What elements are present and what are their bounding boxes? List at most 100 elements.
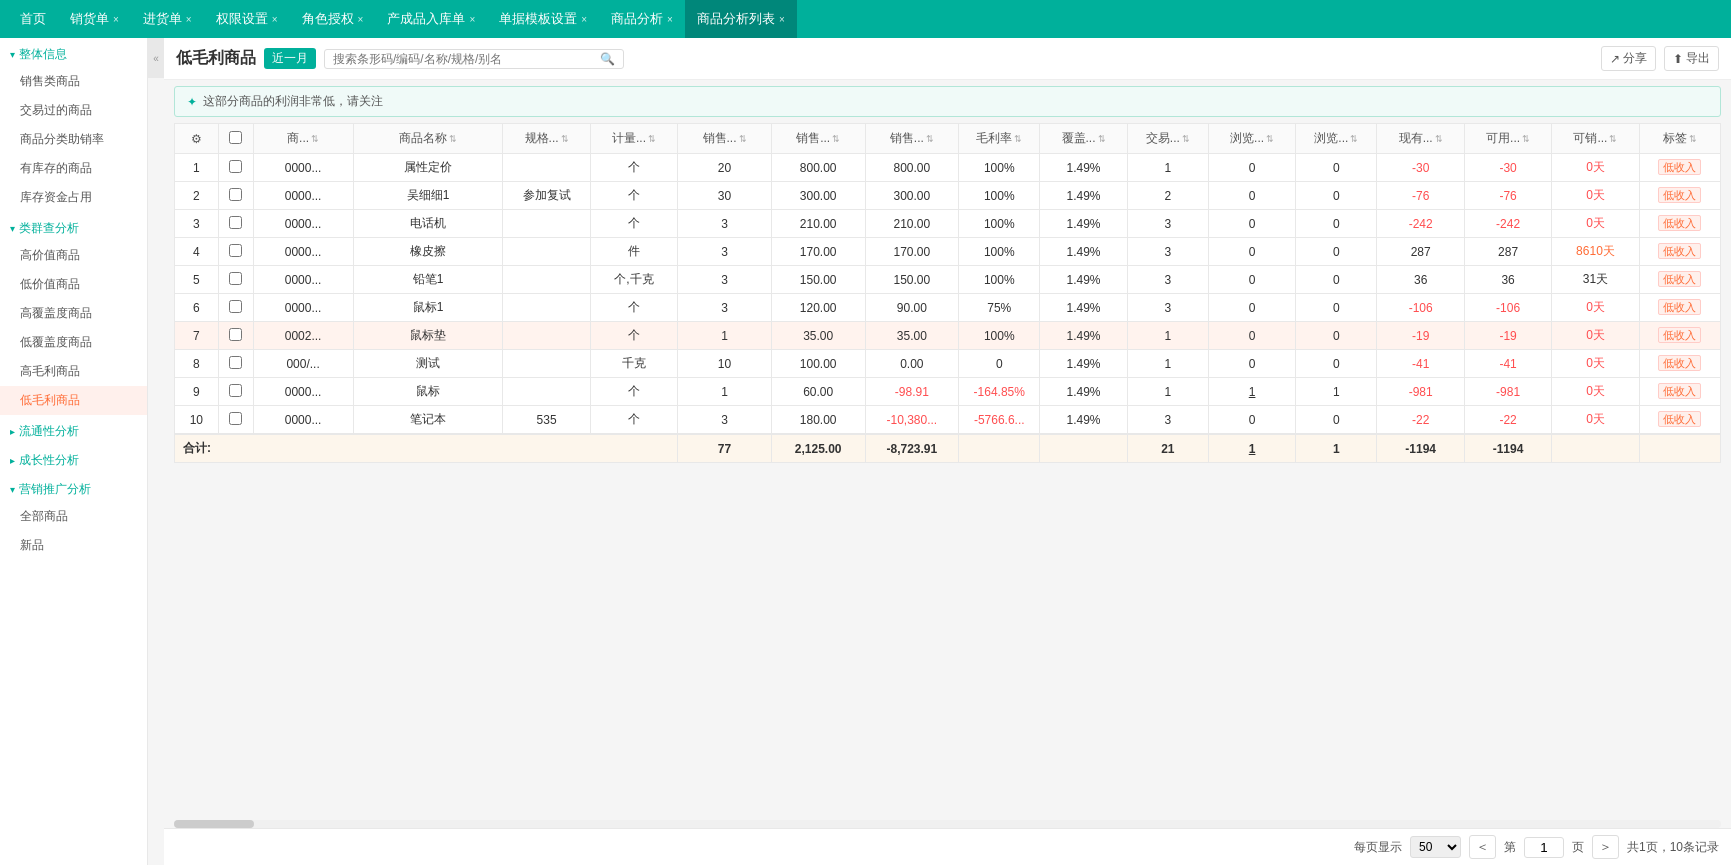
page-number-input[interactable]	[1524, 837, 1564, 858]
cell-label: 低收入	[1639, 154, 1720, 182]
th-avail[interactable]: 可用...⇅	[1464, 124, 1551, 154]
share-button[interactable]: ↗ 分享	[1601, 46, 1656, 71]
low-income-tag: 低收入	[1658, 243, 1701, 259]
cell-unit: 件	[590, 238, 677, 266]
cell-sales-profit: 90.00	[865, 294, 959, 322]
cell-label: 低收入	[1639, 322, 1720, 350]
sidebar-item-all-goods[interactable]: 全部商品	[0, 502, 147, 531]
notice-bar: ✦ 这部分商品的利润非常低，请关注	[174, 86, 1721, 117]
sidebar-item-capital[interactable]: 库存资金占用	[0, 183, 147, 212]
goods-table: ⚙ 商...⇅ 商品名称⇅ 规格...⇅ 计量...⇅ 销售...⇅ 销售...…	[174, 123, 1721, 463]
nav-sales[interactable]: 销货单 ×	[58, 0, 131, 38]
th-name[interactable]: 商品名称⇅	[353, 124, 503, 154]
row-checkbox[interactable]	[229, 160, 242, 173]
th-sales-qty[interactable]: 销售...⇅	[678, 124, 772, 154]
total-gross-rate	[959, 434, 1040, 463]
cell-num: 4	[175, 238, 219, 266]
th-gross-rate[interactable]: 毛利率⇅	[959, 124, 1040, 154]
time-badge[interactable]: 近一月	[264, 48, 316, 69]
th-spec[interactable]: 规格...⇅	[503, 124, 590, 154]
low-income-tag: 低收入	[1658, 299, 1701, 315]
th-coverage[interactable]: 覆盖...⇅	[1040, 124, 1127, 154]
cell-num: 6	[175, 294, 219, 322]
close-icon[interactable]: ×	[186, 14, 192, 25]
cell-trade: 3	[1127, 238, 1208, 266]
close-icon[interactable]: ×	[667, 14, 673, 25]
sidebar-group-cluster[interactable]: ▾ 类群查分析	[0, 212, 147, 241]
cell-trade: 2	[1127, 182, 1208, 210]
sidebar-item-new-goods[interactable]: 新品	[0, 531, 147, 560]
cell-sales-profit: 170.00	[865, 238, 959, 266]
cell-gross-rate: 0	[959, 350, 1040, 378]
row-checkbox[interactable]	[229, 328, 242, 341]
close-icon[interactable]: ×	[272, 14, 278, 25]
scrollbar-thumb[interactable]	[174, 820, 254, 828]
cell-sales-price: 120.00	[771, 294, 865, 322]
th-label[interactable]: 标签⇅	[1639, 124, 1720, 154]
cell-sellable: 0天	[1552, 154, 1639, 182]
sidebar-item-high-value[interactable]: 高价值商品	[0, 241, 147, 270]
nav-goods-analysis[interactable]: 商品分析 ×	[599, 0, 685, 38]
row-checkbox[interactable]	[229, 384, 242, 397]
sidebar-item-high-margin[interactable]: 高毛利商品	[0, 357, 147, 386]
th-sales-profit[interactable]: 销售...⇅	[865, 124, 959, 154]
nav-home[interactable]: 首页	[8, 0, 58, 38]
th-sellable[interactable]: 可销...⇅	[1552, 124, 1639, 154]
sidebar-item-low-margin[interactable]: 低毛利商品	[0, 386, 147, 415]
th-stock[interactable]: 现有...⇅	[1377, 124, 1464, 154]
th-view2[interactable]: 浏览...⇅	[1296, 124, 1377, 154]
close-icon[interactable]: ×	[469, 14, 475, 25]
horizontal-scrollbar[interactable]	[174, 820, 1721, 828]
row-checkbox[interactable]	[229, 216, 242, 229]
cell-coverage: 1.49%	[1040, 266, 1127, 294]
nav-permissions[interactable]: 权限设置 ×	[204, 0, 290, 38]
sidebar-item-low-coverage[interactable]: 低覆盖度商品	[0, 328, 147, 357]
nav-products[interactable]: 产成品入库单 ×	[375, 0, 487, 38]
table-row: 9 0000... 鼠标 个 1 60.00 -98.91 -164.85% 1…	[175, 378, 1721, 406]
sidebar-item-category-rate[interactable]: 商品分类助销率	[0, 125, 147, 154]
nav-templates[interactable]: 单据模板设置 ×	[487, 0, 599, 38]
sidebar-collapse-button[interactable]: «	[148, 38, 164, 78]
sidebar-group-growth[interactable]: ▸ 成长性分析	[0, 444, 147, 473]
cell-avail: -242	[1464, 210, 1551, 238]
sidebar-item-high-coverage[interactable]: 高覆盖度商品	[0, 299, 147, 328]
row-checkbox[interactable]	[229, 272, 242, 285]
chevron-right-icon: ▸	[10, 455, 15, 466]
sidebar-item-sales-goods[interactable]: 销售类商品	[0, 67, 147, 96]
page-label: 第	[1504, 839, 1516, 856]
th-code[interactable]: 商...⇅	[253, 124, 353, 154]
cell-avail: -76	[1464, 182, 1551, 210]
close-icon[interactable]: ×	[358, 14, 364, 25]
close-icon[interactable]: ×	[113, 14, 119, 25]
settings-icon[interactable]: ⚙	[191, 132, 202, 146]
th-trade[interactable]: 交易...⇅	[1127, 124, 1208, 154]
row-checkbox[interactable]	[229, 300, 242, 313]
row-checkbox[interactable]	[229, 244, 242, 257]
close-icon[interactable]: ×	[581, 14, 587, 25]
export-button[interactable]: ⬆ 导出	[1664, 46, 1719, 71]
row-checkbox[interactable]	[229, 412, 242, 425]
sidebar-item-traded-goods[interactable]: 交易过的商品	[0, 96, 147, 125]
page-size-select[interactable]: 50 100 200	[1410, 836, 1461, 858]
next-page-button[interactable]: ＞	[1592, 835, 1619, 859]
th-sales-price[interactable]: 销售...⇅	[771, 124, 865, 154]
sidebar-item-low-value[interactable]: 低价值商品	[0, 270, 147, 299]
th-view1[interactable]: 浏览...⇅	[1208, 124, 1295, 154]
nav-goods-analysis-list[interactable]: 商品分析列表 ×	[685, 0, 797, 38]
sidebar-group-marketing[interactable]: ▾ 营销推广分析	[0, 473, 147, 502]
search-input[interactable]	[333, 52, 596, 66]
sidebar-item-in-stock[interactable]: 有库存的商品	[0, 154, 147, 183]
close-icon[interactable]: ×	[779, 14, 785, 25]
cell-check	[218, 322, 253, 350]
sidebar-group-flow[interactable]: ▸ 流通性分析	[0, 415, 147, 444]
row-checkbox[interactable]	[229, 188, 242, 201]
row-checkbox[interactable]	[229, 356, 242, 369]
search-icon[interactable]: 🔍	[600, 52, 615, 66]
cell-sales-price: 300.00	[771, 182, 865, 210]
nav-purchase[interactable]: 进货单 ×	[131, 0, 204, 38]
sidebar-group-overall[interactable]: ▾ 整体信息	[0, 38, 147, 67]
nav-roles[interactable]: 角色授权 ×	[290, 0, 376, 38]
th-unit[interactable]: 计量...⇅	[590, 124, 677, 154]
prev-page-button[interactable]: ＜	[1469, 835, 1496, 859]
select-all-checkbox[interactable]	[229, 131, 242, 144]
